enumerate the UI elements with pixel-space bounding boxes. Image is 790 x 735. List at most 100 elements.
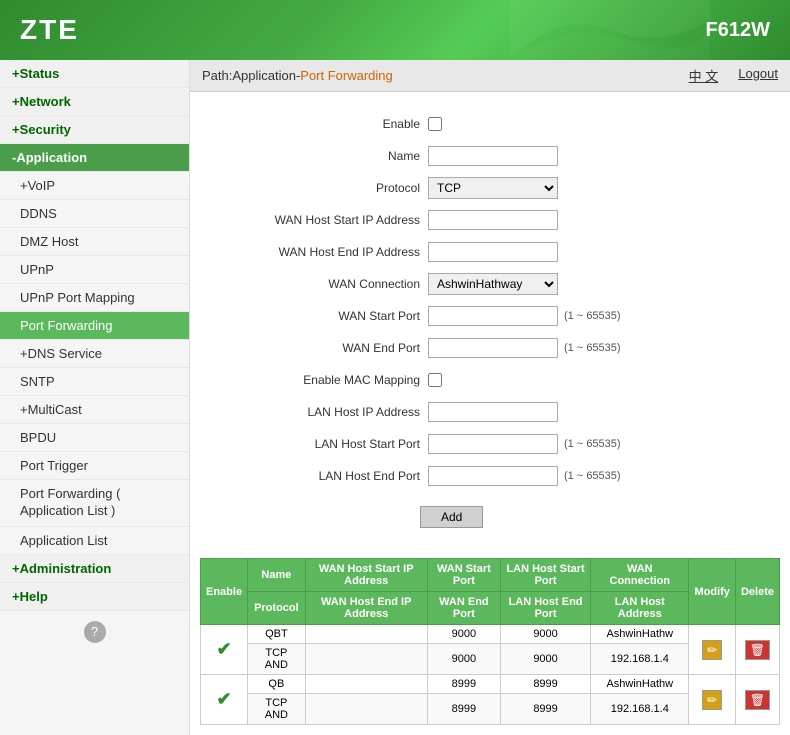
wan-end-port-row: WAN End Port (1 ~ 65535)	[220, 336, 760, 360]
sidebar-item-port-forwarding[interactable]: Port Forwarding	[0, 312, 189, 340]
enable-checkbox[interactable]	[428, 117, 442, 131]
lan-host-end-port-row: LAN Host End Port (1 ~ 65535)	[220, 464, 760, 488]
add-button[interactable]: Add	[420, 506, 483, 528]
th-lan-host-address: LAN Host Address	[591, 592, 689, 625]
lan-host-end-port-hint: (1 ~ 65535)	[564, 470, 621, 482]
row1-wan-host-start	[305, 625, 427, 644]
lan-host-end-port-input[interactable]	[428, 466, 558, 486]
delete-button[interactable]: 🗑	[745, 690, 770, 710]
sidebar-item-port-forwarding-app-list[interactable]: Port Forwarding ( Application List )	[0, 480, 189, 527]
checkmark-icon: ✔	[216, 689, 231, 709]
row2-lan-end-port: 8999	[501, 694, 591, 725]
row2-lan-start-port: 8999	[501, 675, 591, 694]
row2-name: QB	[248, 675, 306, 694]
sidebar-item-upnp[interactable]: UPnP	[0, 256, 189, 284]
lan-host-start-port-row: LAN Host Start Port (1 ~ 65535)	[220, 432, 760, 456]
path-current: Port Forwarding	[300, 68, 392, 83]
wan-start-port-input[interactable]	[428, 306, 558, 326]
enable-mac-checkbox[interactable]	[428, 373, 442, 387]
lan-host-start-port-input[interactable]	[428, 434, 558, 454]
row1-name: QBT	[248, 625, 306, 644]
th-name: Name	[248, 559, 306, 592]
row1-wan-connection: AshwinHathw	[591, 625, 689, 644]
wan-end-port-input[interactable]	[428, 338, 558, 358]
wan-connection-select[interactable]: AshwinHathway	[428, 273, 558, 295]
path-prefix: Path:Application-	[202, 68, 300, 83]
row2-wan-start-port: 8999	[427, 675, 500, 694]
help-button[interactable]: ?	[84, 621, 106, 643]
protocol-select[interactable]: TCP UDP TCP AND UDP	[428, 177, 558, 199]
path-text: Path:Application-Port Forwarding	[202, 68, 393, 83]
wan-host-end-ip-input[interactable]	[428, 242, 558, 262]
wan-connection-row: WAN Connection AshwinHathway	[220, 272, 760, 296]
row2-protocol: TCP AND	[248, 694, 306, 725]
enable-row: Enable	[220, 112, 760, 136]
wan-host-end-ip-label: WAN Host End IP Address	[220, 245, 420, 259]
sidebar-item-help[interactable]: +Help	[0, 583, 189, 611]
enable-mac-row: Enable MAC Mapping	[220, 368, 760, 392]
table-row: ✔ QBT 9000 9000 AshwinHathw ✏ 🗑	[201, 625, 780, 644]
sidebar-item-sntp[interactable]: SNTP	[0, 368, 189, 396]
lan-host-end-port-label: LAN Host End Port	[220, 469, 420, 483]
checkmark-icon: ✔	[216, 639, 231, 659]
table-header-row1: Enable Name WAN Host Start IP Address WA…	[201, 559, 780, 592]
sidebar-item-bpdu[interactable]: BPDU	[0, 424, 189, 452]
sidebar-item-security[interactable]: +Security	[0, 116, 189, 144]
lan-host-ip-input[interactable]	[428, 402, 558, 422]
wan-start-port-hint: (1 ~ 65535)	[564, 310, 621, 322]
logout-button[interactable]: Logout	[738, 66, 778, 85]
th-delete: Delete	[735, 559, 779, 625]
main-layout: +Status +Network +Security -Application …	[0, 60, 790, 735]
wan-host-end-ip-row: WAN Host End IP Address	[220, 240, 760, 264]
row1-wan-host-end	[305, 644, 427, 675]
sidebar-item-port-trigger[interactable]: Port Trigger	[0, 452, 189, 480]
sidebar-item-voip[interactable]: +VoIP	[0, 172, 189, 200]
sidebar-item-dns-service[interactable]: +DNS Service	[0, 340, 189, 368]
model-name: F612W	[706, 19, 770, 42]
row2-wan-host-end	[305, 694, 427, 725]
th-wan-host-end-ip: WAN Host End IP Address	[305, 592, 427, 625]
row2-modify[interactable]: ✏	[689, 675, 735, 725]
lan-host-ip-row: LAN Host IP Address	[220, 400, 760, 424]
table-row: ✔ QB 8999 8999 AshwinHathw ✏ 🗑	[201, 675, 780, 694]
name-row: Name	[220, 144, 760, 168]
wan-end-port-hint: (1 ~ 65535)	[564, 342, 621, 354]
th-protocol: Protocol	[248, 592, 306, 625]
modify-button[interactable]: ✏	[702, 690, 722, 710]
wan-host-start-ip-input[interactable]	[428, 210, 558, 230]
sidebar-item-ddns[interactable]: DDNS	[0, 200, 189, 228]
sidebar-item-upnp-port-mapping[interactable]: UPnP Port Mapping	[0, 284, 189, 312]
row1-modify[interactable]: ✏	[689, 625, 735, 675]
row2-enable: ✔	[201, 675, 248, 725]
row1-lan-end-port: 9000	[501, 644, 591, 675]
name-input[interactable]	[428, 146, 558, 166]
protocol-label: Protocol	[220, 181, 420, 195]
sidebar-item-administration[interactable]: +Administration	[0, 555, 189, 583]
sidebar-item-multicast[interactable]: +MultiCast	[0, 396, 189, 424]
content-area: Path:Application-Port Forwarding 中 文 Log…	[190, 60, 790, 735]
row1-delete[interactable]: 🗑	[735, 625, 779, 675]
row2-delete[interactable]: 🗑	[735, 675, 779, 725]
row1-wan-end-port: 9000	[427, 644, 500, 675]
sidebar-item-application-list[interactable]: Application List	[0, 527, 189, 555]
sidebar-item-status[interactable]: +Status	[0, 60, 189, 88]
row2-wan-connection: AshwinHathw	[591, 675, 689, 694]
sidebar-item-application[interactable]: -Application	[0, 144, 189, 172]
row1-lan-start-port: 9000	[501, 625, 591, 644]
wan-host-start-ip-label: WAN Host Start IP Address	[220, 213, 420, 227]
wan-start-port-row: WAN Start Port (1 ~ 65535)	[220, 304, 760, 328]
modify-button[interactable]: ✏	[702, 640, 722, 660]
wan-end-port-label: WAN End Port	[220, 341, 420, 355]
th-modify: Modify	[689, 559, 735, 625]
row2-wan-end-port: 8999	[427, 694, 500, 725]
delete-button[interactable]: 🗑	[745, 640, 770, 660]
sidebar-item-network[interactable]: +Network	[0, 88, 189, 116]
row1-protocol: TCP AND	[248, 644, 306, 675]
th-wan-connection: WAN Connection	[591, 559, 689, 592]
zte-logo: ZTE	[20, 14, 79, 46]
lang-switcher[interactable]: 中 文	[689, 66, 719, 85]
sidebar-item-dmz-host[interactable]: DMZ Host	[0, 228, 189, 256]
path-bar: Path:Application-Port Forwarding 中 文 Log…	[190, 60, 790, 92]
name-label: Name	[220, 149, 420, 163]
wan-connection-label: WAN Connection	[220, 277, 420, 291]
